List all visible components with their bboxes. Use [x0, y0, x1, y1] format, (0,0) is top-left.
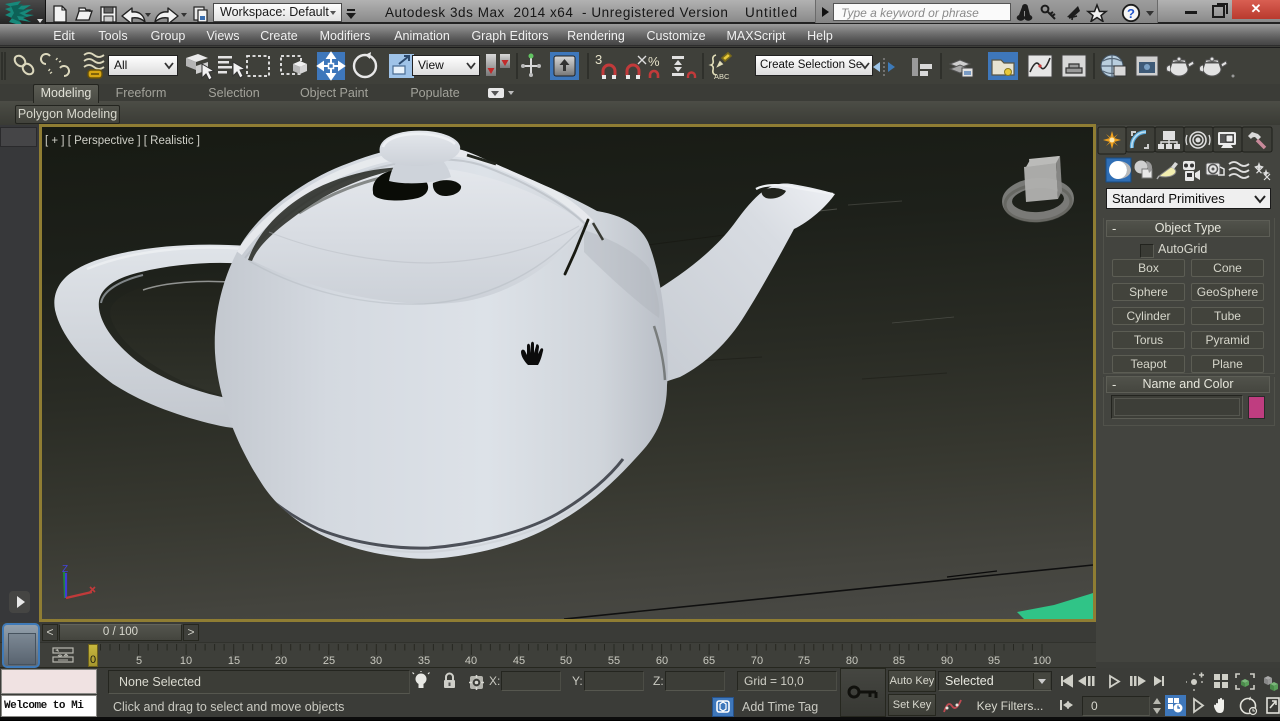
svg-text:[ + ] [ Perspective ] [ Realis: [ + ] [ Perspective ] [ Realistic ]	[45, 135, 200, 147]
svg-text:?: ?	[1127, 6, 1135, 21]
svg-text:3: 3	[595, 52, 602, 67]
svg-text:%: %	[648, 54, 660, 69]
svg-text:Z: Z	[62, 564, 68, 575]
svg-text:ABC: ABC	[714, 72, 730, 81]
